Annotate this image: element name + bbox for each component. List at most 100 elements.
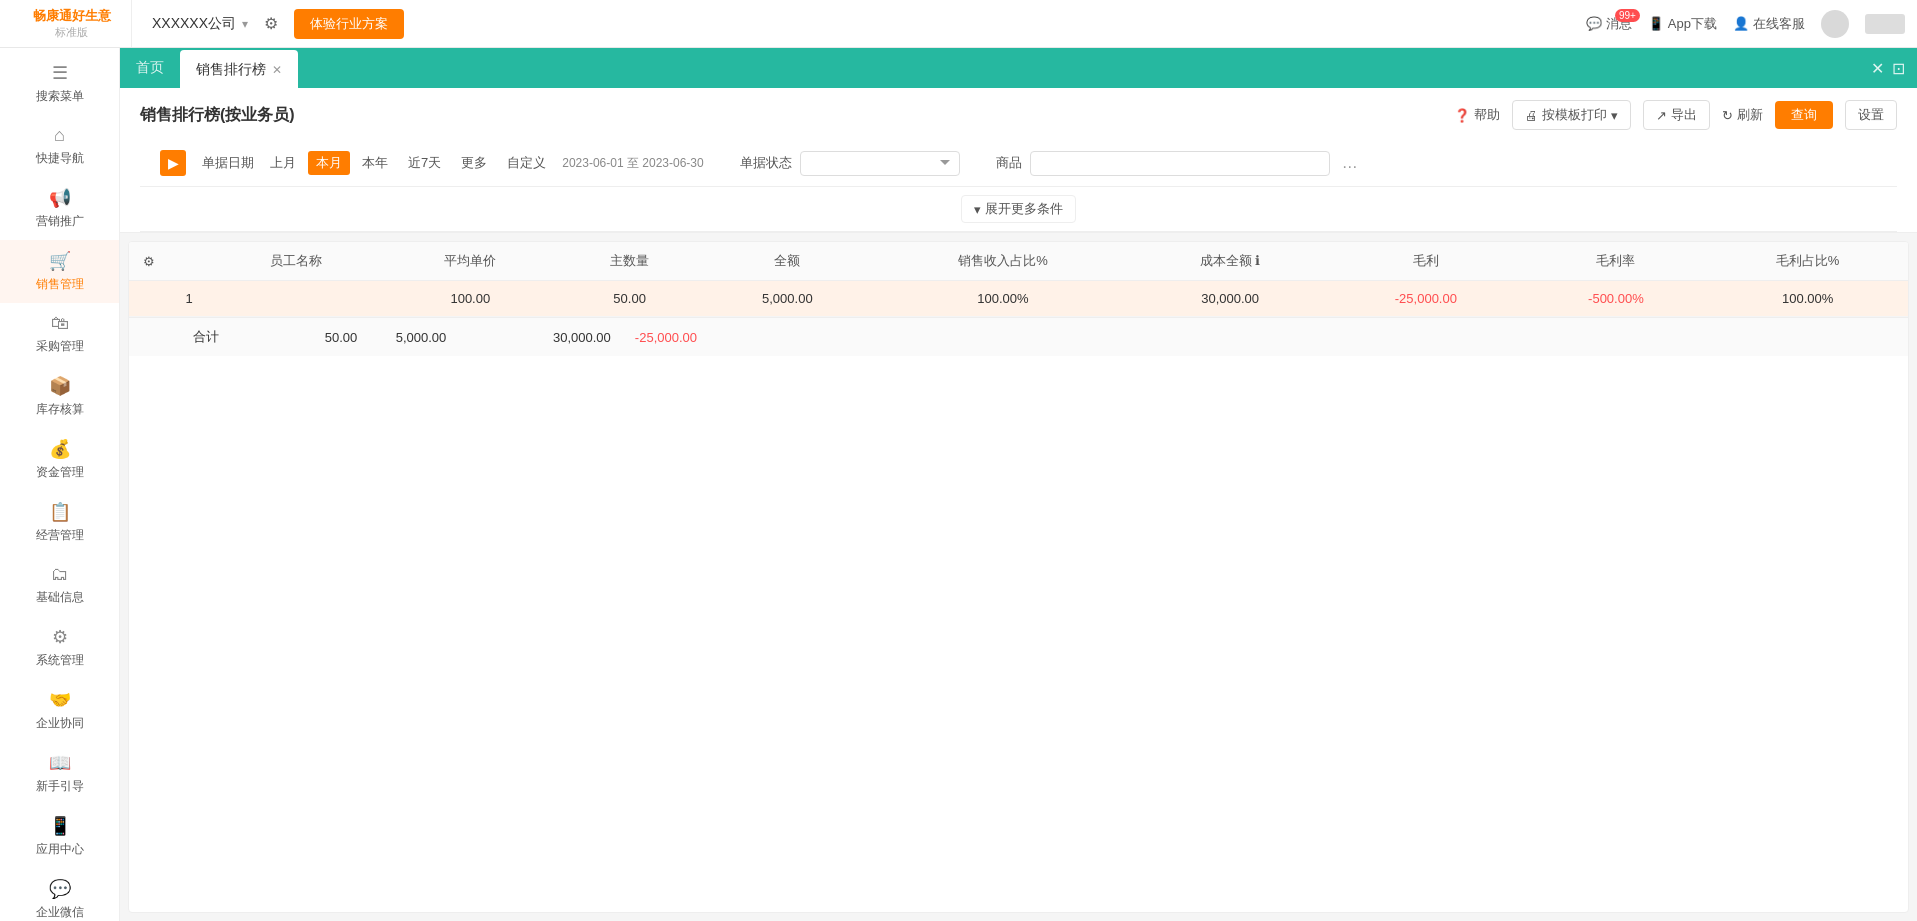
sidebar-item-guide[interactable]: 📖 新手引导 <box>0 742 119 805</box>
box-icon: 📦 <box>49 375 71 397</box>
footer-cost-amount: 30,000.00 <box>541 330 623 345</box>
th-main-qty: 主数量 <box>557 242 701 281</box>
date-btn-custom[interactable]: 自定义 <box>499 151 554 175</box>
td-employee <box>209 281 383 317</box>
column-settings-icon[interactable]: ⚙ <box>143 254 155 269</box>
tab-close-icon[interactable]: ✕ <box>272 63 282 77</box>
app-logo: 畅康通好生意 标准版 <box>12 0 132 47</box>
tab-bar: 首页 销售排行榜 ✕ ✕ ⊡ <box>120 48 1917 88</box>
goods-filter-label: 商品 <box>996 154 1022 172</box>
home-icon: ⌂ <box>54 125 65 146</box>
table-footer: 合计 50.00 5,000.00 30,000.00 -25,000.00 <box>129 317 1908 356</box>
goods-filter-group: 商品 … <box>996 151 1358 176</box>
folder-icon: 🗂 <box>51 564 69 585</box>
print-icon: 🖨 <box>1525 108 1538 123</box>
th-gross-margin: 毛利率 <box>1525 242 1708 281</box>
td-gross-pct: 100.00% <box>1707 281 1908 317</box>
page-header: 销售排行榜(按业务员) ❓ 帮助 🖨 按模板打印 ▾ ↗ <box>120 88 1917 233</box>
query-button[interactable]: 查询 <box>1775 101 1833 129</box>
top-bar: 畅康通好生意 标准版 XXXXXX公司 ▾ ⚙ 体验行业方案 💬 消息 99+ … <box>0 0 1917 48</box>
sidebar-item-sales[interactable]: 🛒 销售管理 <box>0 240 119 303</box>
help-button[interactable]: ❓ 帮助 <box>1454 106 1500 124</box>
page-title: 销售排行榜(按业务员) <box>140 105 295 126</box>
sidebar-item-inventory[interactable]: 📦 库存核算 <box>0 365 119 428</box>
sidebar-item-operations[interactable]: 📋 经营管理 <box>0 491 119 554</box>
sidebar-item-app-center[interactable]: 📱 应用中心 <box>0 805 119 868</box>
refresh-icon: ↻ <box>1722 108 1733 123</box>
page-actions: ❓ 帮助 🖨 按模板打印 ▾ ↗ 导出 ↻ <box>1454 100 1897 130</box>
chat-icon: 💬 <box>49 878 71 900</box>
page-content: 销售排行榜(按业务员) ❓ 帮助 🖨 按模板打印 ▾ ↗ <box>120 88 1917 921</box>
sidebar-item-quick-nav[interactable]: ⌂ 快捷导航 <box>0 115 119 177</box>
chevron-down-icon: ▾ <box>974 202 981 217</box>
goods-filter-input[interactable] <box>1030 151 1330 176</box>
message-button[interactable]: 💬 消息 99+ <box>1586 15 1632 33</box>
th-rank <box>169 242 209 281</box>
cart-icon: 🛒 <box>49 250 71 272</box>
message-badge: 99+ <box>1615 9 1640 22</box>
sidebar-item-system[interactable]: ⚙ 系统管理 <box>0 616 119 679</box>
tab-sales-ranking[interactable]: 销售排行榜 ✕ <box>180 50 298 90</box>
page-title-row: 销售排行榜(按业务员) ❓ 帮助 🖨 按模板打印 ▾ ↗ <box>140 100 1897 140</box>
company-selector[interactable]: XXXXXX公司 ▾ <box>144 15 256 33</box>
money-icon: 💰 <box>49 438 71 460</box>
sidebar-item-enterprise-collab[interactable]: 🤝 企业协同 <box>0 679 119 742</box>
status-filter-select[interactable] <box>800 151 960 176</box>
th-cost-amount: 成本全额 ℹ <box>1133 242 1327 281</box>
tab-restore-button[interactable]: ⊡ <box>1892 59 1905 78</box>
date-btn-more[interactable]: 更多 <box>453 151 495 175</box>
tab-close-window-button[interactable]: ✕ <box>1871 59 1884 78</box>
status-filter-label: 单据状态 <box>740 154 792 172</box>
online-service-button[interactable]: 👤 在线客服 <box>1733 15 1805 33</box>
tab-home[interactable]: 首页 <box>120 48 180 88</box>
th-avg-price: 平均单价 <box>383 242 557 281</box>
sidebar: ☰ 搜索菜单 ⌂ 快捷导航 📢 营销推广 🛒 销售管理 🛍 采购管理 📦 库存核… <box>0 48 120 921</box>
date-range-display: 2023-06-01 至 2023-06-30 <box>562 155 703 172</box>
td-sales-pct: 100.00% <box>873 281 1133 317</box>
expand-row: ▾ 展开更多条件 <box>140 187 1897 232</box>
avatar[interactable] <box>1821 10 1849 38</box>
table-row: 1 100.00 50.00 5,000.00 100.00% 30,000.0… <box>129 281 1908 317</box>
sales-ranking-table: ⚙ 员工名称 平均单价 主数量 全额 销售收入占比% 成本全额 ℹ 毛利 毛利率… <box>129 242 1908 317</box>
content-area: 首页 销售排行榜 ✕ ✕ ⊡ 销售排行榜(按业务员) ❓ 帮助 <box>120 48 1917 921</box>
clipboard-icon: 📋 <box>49 501 71 523</box>
book-icon: 📖 <box>49 752 71 774</box>
th-amount: 全额 <box>702 242 873 281</box>
expand-more-button[interactable]: ▾ 展开更多条件 <box>961 195 1076 223</box>
th-employee: 员工名称 <box>209 242 383 281</box>
sidebar-item-enterprise-wechat[interactable]: 💬 企业微信 <box>0 868 119 921</box>
date-btn-this-month[interactable]: 本月 <box>308 151 350 175</box>
th-settings[interactable]: ⚙ <box>129 242 169 281</box>
phone-icon: 📱 <box>49 815 71 837</box>
status-filter-group: 单据状态 <box>740 151 960 176</box>
date-btn-last-month[interactable]: 上月 <box>262 151 304 175</box>
td-rank: 1 <box>169 281 209 317</box>
date-filter-label: 单据日期 <box>202 154 254 172</box>
trial-button[interactable]: 体验行业方案 <box>294 9 404 39</box>
filter-bar: ▶ 单据日期 上月 本月 本年 近7天 更多 自定义 2023-06-01 至 … <box>140 140 1897 187</box>
settings-button[interactable]: 设置 <box>1845 100 1897 130</box>
sidebar-item-basic-info[interactable]: 🗂 基础信息 <box>0 554 119 616</box>
megaphone-icon: 📢 <box>49 187 71 209</box>
search-icon: ☰ <box>52 62 68 84</box>
app-download-button[interactable]: 📱 App下载 <box>1648 15 1717 33</box>
template-print-button[interactable]: 🖨 按模板打印 ▾ <box>1512 100 1631 130</box>
date-btn-this-year[interactable]: 本年 <box>354 151 396 175</box>
sidebar-item-finance[interactable]: 💰 资金管理 <box>0 428 119 491</box>
sidebar-item-purchase[interactable]: 🛍 采购管理 <box>0 303 119 365</box>
sidebar-item-search-order[interactable]: ☰ 搜索菜单 <box>0 52 119 115</box>
settings-icon[interactable]: ⚙ <box>256 10 286 37</box>
td-gross-margin: -500.00% <box>1525 281 1708 317</box>
th-sales-pct: 销售收入占比% <box>873 242 1133 281</box>
date-buttons: 上月 本月 本年 近7天 更多 自定义 <box>262 151 554 175</box>
th-gross-profit: 毛利 <box>1327 242 1525 281</box>
sidebar-item-marketing[interactable]: 📢 营销推广 <box>0 177 119 240</box>
filter-toggle-button[interactable]: ▶ <box>160 150 186 176</box>
footer-avg-price <box>221 330 301 345</box>
goods-more-icon[interactable]: … <box>1342 154 1358 172</box>
gear-icon: ⚙ <box>52 626 68 648</box>
date-btn-7days[interactable]: 近7天 <box>400 151 449 175</box>
handshake-icon: 🤝 <box>49 689 71 711</box>
refresh-button[interactable]: ↻ 刷新 <box>1722 106 1763 124</box>
export-button[interactable]: ↗ 导出 <box>1643 100 1710 130</box>
